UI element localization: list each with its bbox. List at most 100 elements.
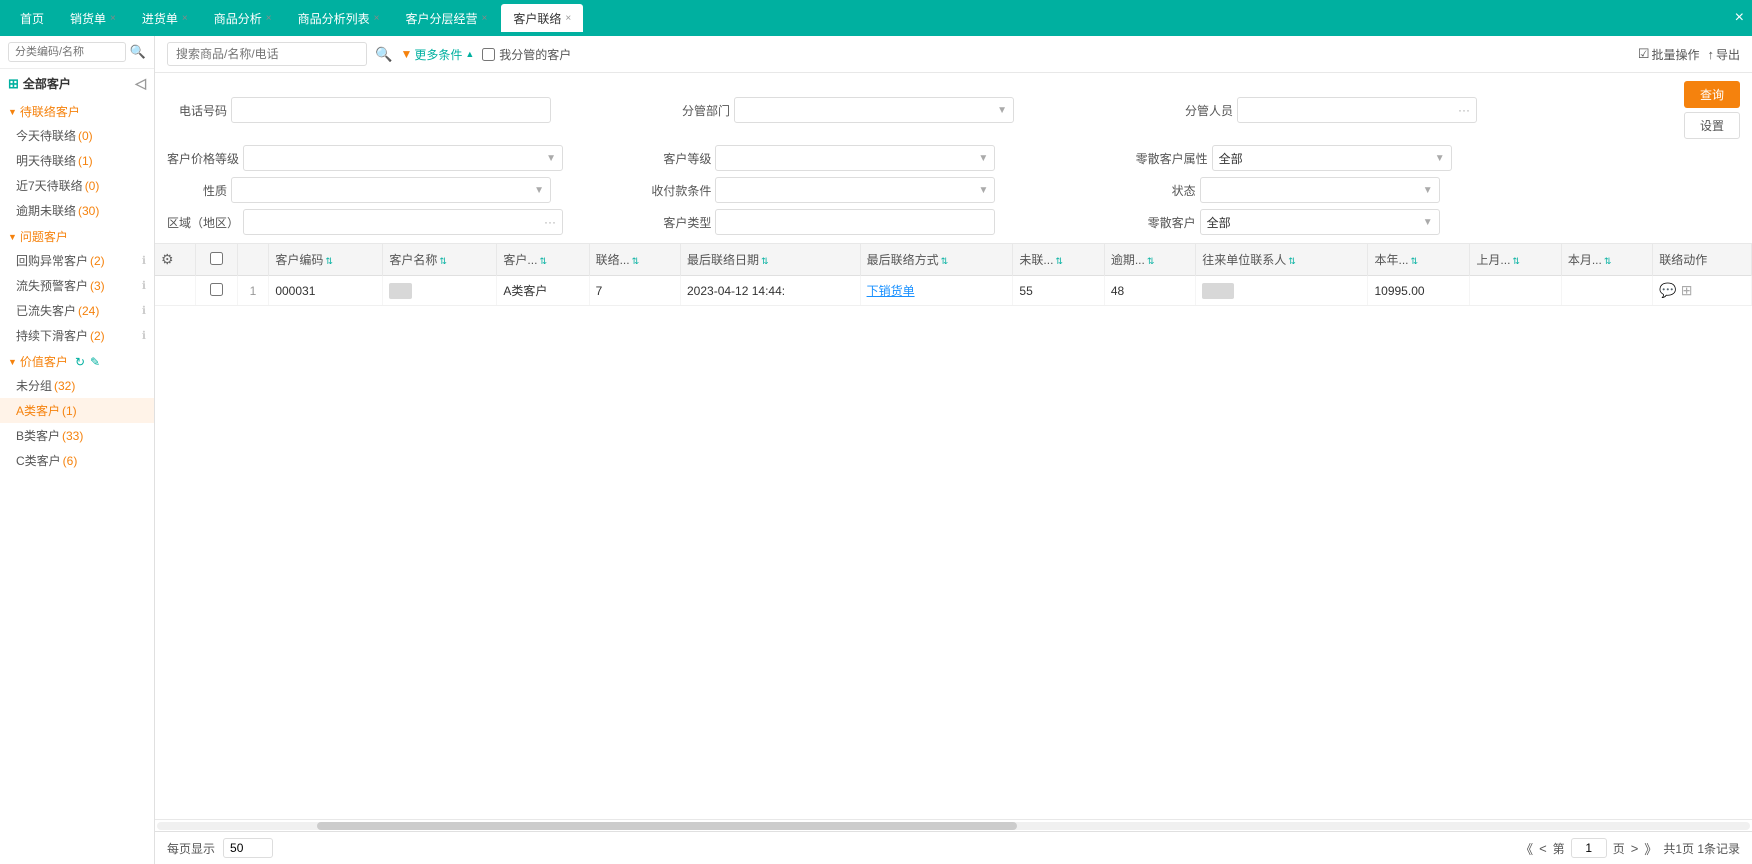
last-page-button[interactable]: 》 — [1644, 839, 1657, 858]
window-close-button[interactable]: × — [1735, 9, 1744, 27]
filter-action-buttons: 查询 设置 — [1684, 81, 1740, 139]
payment-select[interactable]: ▼ — [715, 177, 995, 203]
sidebar-search-input[interactable] — [8, 42, 126, 62]
batch-ops-button[interactable]: ☑ 批量操作 — [1638, 46, 1700, 63]
region-select[interactable]: ··· — [243, 209, 563, 235]
th-unit-contact[interactable]: 往来单位联系人⇅ — [1196, 244, 1368, 276]
row-checkbox[interactable] — [210, 283, 223, 296]
batch-icon: ☑ — [1638, 46, 1650, 62]
th-no-contact[interactable]: 未联...⇅ — [1013, 244, 1104, 276]
info-icon-repurchase: ℹ — [142, 254, 146, 267]
sidebar-item-churn-warning[interactable]: 流失预警客户 (3) ℹ — [0, 273, 154, 298]
scrollbar-thumb[interactable] — [317, 822, 1017, 830]
sidebar-item-class-c[interactable]: C类客户 (6) — [0, 448, 154, 473]
retail-select[interactable]: 全部 ▼ — [1200, 209, 1440, 235]
th-overdue[interactable]: 逾期...⇅ — [1104, 244, 1195, 276]
sidebar-item-unclassified[interactable]: 未分组 (32) — [0, 373, 154, 398]
query-button[interactable]: 查询 — [1684, 81, 1740, 108]
filter-field-customer-type: 客户类型 — [651, 209, 1123, 235]
sidebar-item-churned[interactable]: 已流失客户 (24) ℹ — [0, 298, 154, 323]
th-last-month[interactable]: 上月...⇅ — [1470, 244, 1561, 276]
next-page-button[interactable]: > — [1631, 841, 1639, 856]
sidebar-item-class-b[interactable]: B类客户 (33) — [0, 423, 154, 448]
td-last-method[interactable]: 下销货单 — [860, 276, 1013, 306]
nature-select[interactable]: ▼ — [231, 177, 551, 203]
grid-icon: ⊞ — [8, 76, 19, 92]
th-type[interactable]: 客户...⇅ — [497, 244, 589, 276]
my-customers-checkbox-label[interactable]: 我分管的客户 — [482, 46, 571, 63]
gear-icon[interactable]: ⚙ — [161, 251, 174, 267]
export-icon: ↑ — [1707, 47, 1714, 62]
sidebar-pending-contact-header[interactable]: ▼ 待联络客户 — [0, 98, 154, 123]
qr-action-icon[interactable]: ⊞ — [1681, 282, 1693, 299]
page-size-input[interactable] — [223, 838, 273, 858]
td-overdue: 48 — [1104, 276, 1195, 306]
sidebar-search-icon[interactable]: 🔍 — [130, 44, 146, 60]
close-tab-customer-tier[interactable]: × — [481, 13, 487, 24]
toolbar-search-button[interactable]: 🔍 — [375, 46, 392, 63]
nav-tab-home[interactable]: 首页 — [8, 4, 56, 32]
sidebar-item-declining[interactable]: 持续下滑客户 (2) ℹ — [0, 323, 154, 348]
setting-button[interactable]: 设置 — [1684, 112, 1740, 139]
prev-page-button[interactable]: < — [1539, 841, 1547, 856]
edit-value-icon[interactable]: ✎ — [90, 355, 100, 369]
select-all-checkbox[interactable] — [210, 252, 223, 265]
th-name[interactable]: 客户名称⇅ — [383, 244, 497, 276]
sidebar-item-class-a[interactable]: A类客户 (1) — [0, 398, 154, 423]
th-this-year[interactable]: 本年...⇅ — [1368, 244, 1470, 276]
sidebar-item-repurchase-abnormal[interactable]: 回购异常客户 (2) ℹ — [0, 248, 154, 273]
dept-select[interactable]: ▼ — [734, 97, 1014, 123]
sidebar-item-7day-contact[interactable]: 近7天待联络 (0) — [0, 173, 154, 198]
th-contact[interactable]: 联络...⇅ — [589, 244, 680, 276]
toolbar-search-input[interactable] — [167, 42, 367, 66]
close-tab-analysis-list[interactable]: × — [374, 13, 380, 24]
nav-tab-purchase[interactable]: 进货单 × — [130, 4, 200, 32]
sidebar-item-tomorrow-contact[interactable]: 明天待联络 (1) — [0, 148, 154, 173]
phone-input[interactable] — [231, 97, 551, 123]
payment-label: 收付款条件 — [651, 182, 711, 199]
th-last-date[interactable]: 最后联络日期⇅ — [681, 244, 861, 276]
table-row: 1 000031 Ea A类客户 7 2023-04-12 14:44: 下销货… — [155, 276, 1752, 306]
toolbar-right-actions: ☑ 批量操作 ↑ 导出 — [1638, 46, 1740, 63]
nav-tab-analysis[interactable]: 商品分析 × — [202, 4, 284, 32]
nav-tab-customer-tier[interactable]: 客户分层经营 × — [393, 4, 499, 32]
value-customers-arrow: ▼ — [8, 357, 17, 367]
retail-attr-arrow: ▼ — [1435, 153, 1445, 164]
horizontal-scrollbar[interactable] — [155, 819, 1752, 831]
refresh-icon[interactable]: ↻ — [75, 355, 85, 369]
nav-tab-customer-contact[interactable]: 客户联络 × — [501, 4, 583, 32]
manager-select[interactable]: ··· — [1237, 97, 1477, 123]
td-this-year: 10995.00 — [1368, 276, 1470, 306]
customer-tier-select[interactable]: ▼ — [715, 145, 995, 171]
sidebar-item-today-contact[interactable]: 今天待联络 (0) — [0, 123, 154, 148]
customer-tier-label: 客户等级 — [651, 150, 711, 167]
th-code[interactable]: 客户编码⇅ — [269, 244, 383, 276]
th-last-method[interactable]: 最后联络方式⇅ — [860, 244, 1013, 276]
current-page-input[interactable] — [1571, 838, 1607, 858]
status-select[interactable]: ▼ — [1200, 177, 1440, 203]
sidebar: 🔍 ⊞ 全部客户 ◁ ▼ 待联络客户 今天待联络 (0) 明天待联络 (1) 近… — [0, 36, 155, 864]
price-tier-select[interactable]: ▼ — [243, 145, 563, 171]
td-name[interactable]: Ea — [383, 276, 497, 306]
sidebar-collapse-button[interactable]: ◁ — [135, 75, 146, 92]
filter-icon: ▼ — [400, 47, 412, 61]
filter-more-button[interactable]: ▼ 更多条件 ▲ — [400, 46, 474, 63]
sidebar-item-overdue-contact[interactable]: 逾期未联络 (30) — [0, 198, 154, 223]
my-customers-checkbox[interactable] — [482, 48, 495, 61]
close-tab-analysis[interactable]: × — [266, 13, 272, 24]
close-tab-purchase[interactable]: × — [182, 13, 188, 24]
th-this-month[interactable]: 本月...⇅ — [1561, 244, 1652, 276]
sidebar-problem-customers-header[interactable]: ▼ 问题客户 — [0, 223, 154, 248]
customer-type-select[interactable] — [715, 209, 995, 235]
retail-attr-select[interactable]: 全部 ▼ — [1212, 145, 1452, 171]
close-tab-customer-contact[interactable]: × — [565, 13, 571, 24]
sidebar-value-customers-header[interactable]: ▼ 价值客户 ↻ ✎ — [0, 348, 154, 373]
first-page-button[interactable]: 《 — [1520, 839, 1533, 858]
sidebar-all-customers[interactable]: ⊞ 全部客户 ◁ — [0, 69, 154, 98]
nav-tab-sales[interactable]: 销货单 × — [58, 4, 128, 32]
close-tab-sales[interactable]: × — [110, 13, 116, 24]
chat-action-icon[interactable]: 💬 — [1659, 282, 1676, 299]
nav-tab-analysis-list[interactable]: 商品分析列表 × — [286, 4, 392, 32]
export-button[interactable]: ↑ 导出 — [1707, 46, 1740, 63]
th-gear[interactable]: ⚙ — [155, 244, 195, 276]
